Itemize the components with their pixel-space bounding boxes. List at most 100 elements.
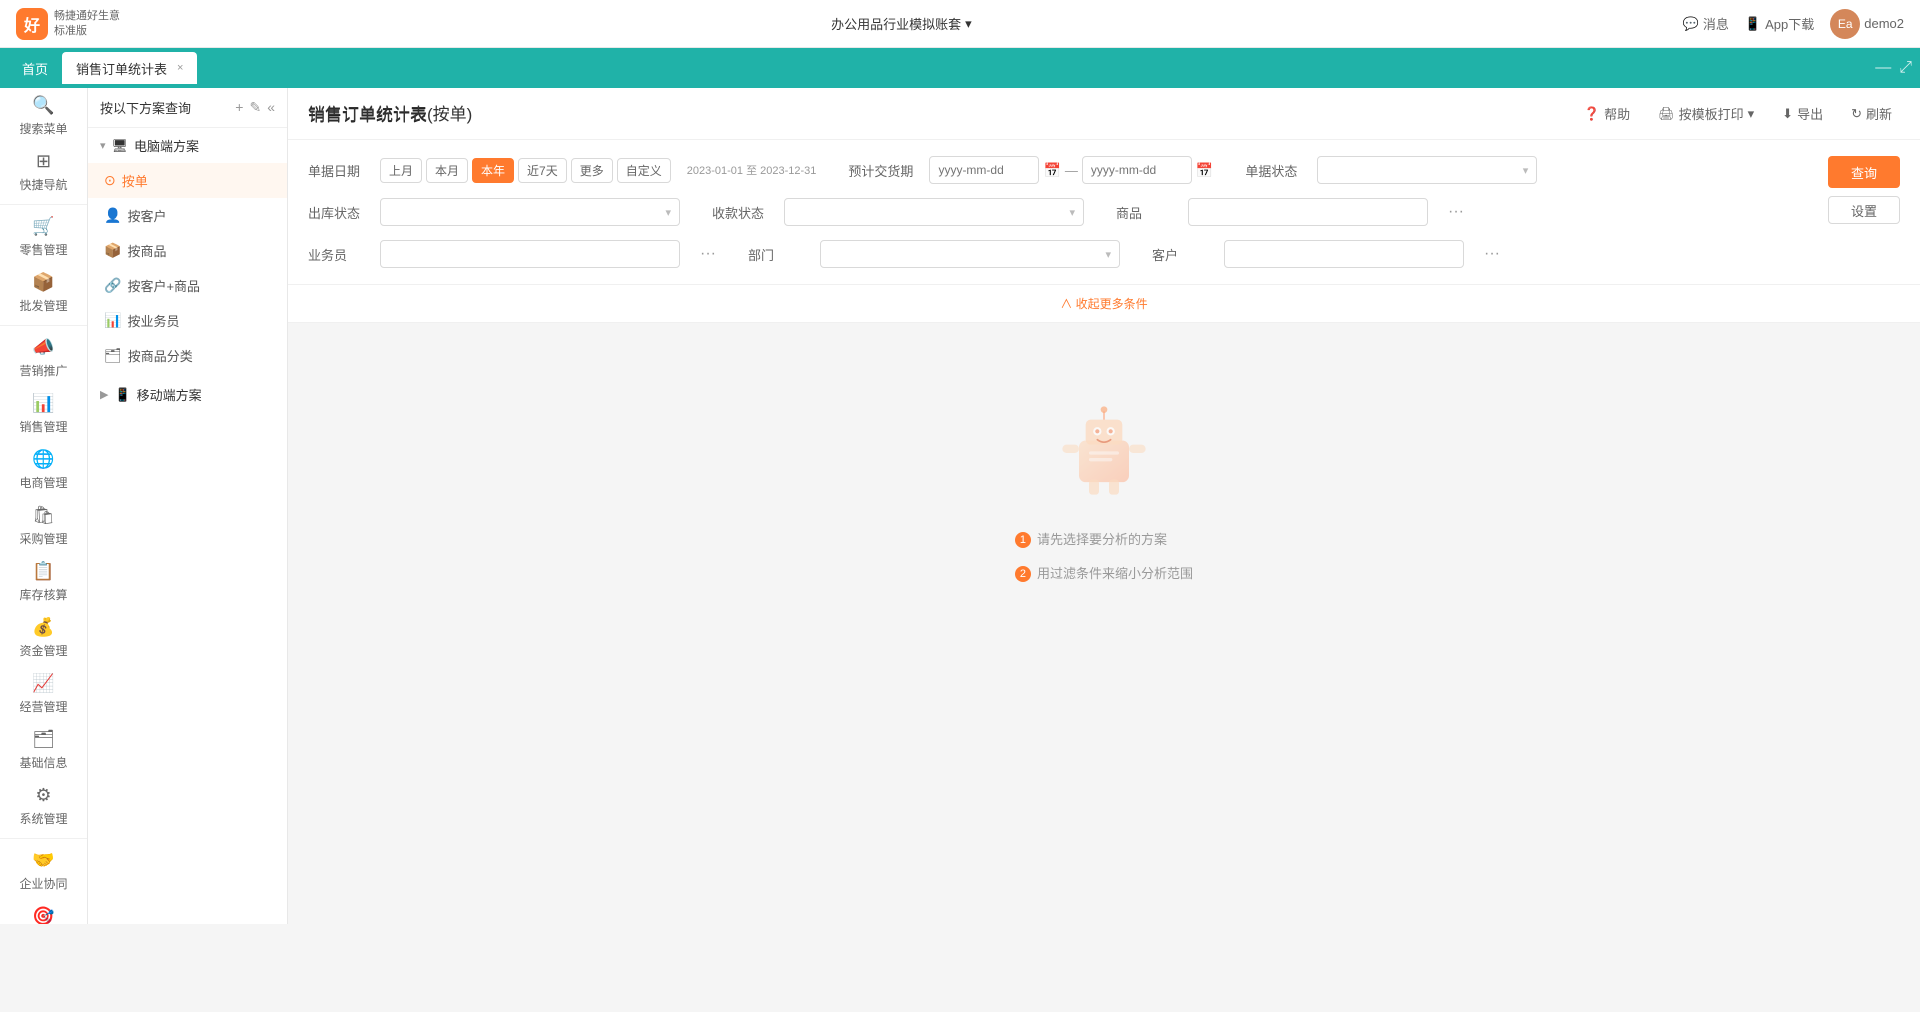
mobile-chevron-icon: ▶ [100, 388, 108, 401]
tab-maximize-icon[interactable]: ⤢ [1899, 59, 1912, 77]
by-goods-label: 按商品 [127, 241, 275, 260]
sidebar-item-base[interactable]: 🗂 基础信息 [0, 722, 87, 778]
payment-select[interactable]: ▾ [784, 198, 1084, 226]
sidebar-ecommerce-label: 电商管理 [19, 474, 67, 491]
sidebar-item-ecommerce[interactable]: 🌐 电商管理 [0, 442, 87, 498]
tree-node-by-order[interactable]: ⊙ 按单 [88, 163, 287, 198]
collapse-panel-icon[interactable]: « [267, 99, 275, 116]
sidebar-system-label: 系统管理 [19, 810, 67, 827]
tab-minimize-icon[interactable]: — [1875, 59, 1891, 77]
sidebar-operation-label: 经营管理 [19, 698, 67, 715]
message-action[interactable]: 💬 消息 [1683, 14, 1729, 33]
filter-row-2: 出库状态 ▾ 收款状态 ▾ 商品 [308, 198, 1900, 226]
sidebar-item-newbie[interactable]: 🎯 新手引导 [0, 899, 87, 924]
sidebar-quick-nav-label: 快捷导航 [19, 176, 67, 193]
tab-home[interactable]: 首页 [8, 52, 62, 84]
sidebar-item-system[interactable]: ⚙ 系统管理 [0, 778, 87, 834]
sidebar-item-search[interactable]: 🔍 搜索菜单 [0, 88, 87, 144]
date-range-group: 2023-01-01 至 2023-12-31 [687, 162, 817, 178]
tree-node-by-salesperson[interactable]: 📊 按业务员 [88, 303, 287, 338]
company-selector[interactable]: 办公用品行业模拟账套 ▾ [831, 14, 972, 33]
status-chevron-icon: ▾ [1523, 164, 1529, 177]
print-btn[interactable]: 🖨 按模板打印 ▾ [1650, 100, 1762, 127]
sidebar-item-sales[interactable]: 📊 销售管理 [0, 386, 87, 442]
expected-date-start[interactable] [929, 156, 1039, 184]
date-btn-7days[interactable]: 近7天 [518, 158, 567, 183]
sidebar-sales-label: 销售管理 [19, 418, 67, 435]
main-layout: 🔍 搜索菜单 ⊞ 快捷导航 🛒 零售管理 📦 批发管理 📣 营销推广 📊 销售管… [0, 88, 1920, 924]
shipment-label: 出库状态 [308, 203, 364, 222]
retail-icon: 🛒 [32, 216, 54, 237]
sidebar-item-quick-nav[interactable]: ⊞ 快捷导航 [0, 144, 87, 200]
tree-node-by-customer-goods[interactable]: 🔗 按客户+商品 [88, 268, 287, 303]
ecommerce-icon: 🌐 [32, 449, 54, 470]
logo-area: 好 畅捷通好生意 标准版 [16, 8, 120, 40]
topbar-right: 💬 消息 📱 App下载 Ea demo2 [1683, 9, 1904, 39]
help-btn[interactable]: ❓ 帮助 [1576, 100, 1638, 127]
tab-sales-stats[interactable]: 销售订单统计表 × [62, 52, 197, 84]
sidebar-item-operation[interactable]: 📈 经营管理 [0, 666, 87, 722]
date-btn-this-month[interactable]: 本月 [426, 158, 468, 183]
department-chevron-icon: ▾ [1105, 248, 1111, 261]
tab-home-label: 首页 [22, 59, 48, 78]
export-btn[interactable]: ⬇ 导出 [1774, 100, 1831, 127]
sidebar-enterprise-label: 企业协同 [19, 875, 67, 892]
goods-more-icon[interactable]: ··· [1448, 203, 1464, 221]
tab-close-icon[interactable]: × [177, 62, 183, 74]
tabs-right: — ⤢ [1875, 59, 1912, 77]
edit-scheme-icon[interactable]: ✎ [249, 99, 261, 116]
tree-node-by-category[interactable]: 🗂 按商品分类 [88, 338, 287, 373]
export-label: 导出 [1797, 104, 1823, 123]
settings-button[interactable]: 设置 [1828, 196, 1900, 224]
sidebar-retail-label: 零售管理 [19, 241, 67, 258]
sidebar-item-retail[interactable]: 🛒 零售管理 [0, 209, 87, 265]
sidebar-item-inventory[interactable]: 📋 库存核算 [0, 554, 87, 610]
tabs-row: 首页 销售订单统计表 × — ⤢ [0, 48, 1920, 88]
purchase-icon: 🛍 [32, 505, 55, 526]
status-select[interactable]: ▾ [1317, 156, 1537, 184]
shipment-select[interactable]: ▾ [380, 198, 680, 226]
system-icon: ⚙ [35, 785, 51, 806]
message-icon: 💬 [1683, 16, 1699, 32]
customer-more-icon[interactable]: ··· [1484, 245, 1500, 263]
operation-icon: 📈 [32, 673, 54, 694]
sidebar-marketing-label: 营销推广 [19, 362, 67, 379]
sidebar-item-finance[interactable]: 💰 资金管理 [0, 610, 87, 666]
salesperson-input[interactable] [380, 240, 680, 268]
date-btn-more[interactable]: 更多 [571, 158, 613, 183]
add-scheme-icon[interactable]: + [235, 99, 243, 116]
quick-nav-icon: ⊞ [36, 151, 51, 172]
date-btn-this-year[interactable]: 本年 [472, 158, 514, 183]
page-header: 销售订单统计表 销售订单统计表(按单) ❓ 帮助 🖨 按模板打印 ▾ ⬇ [288, 88, 1920, 140]
filter-area: 单据日期 上月 本月 本年 近7天 更多 自定义 2023-01-01 至 20… [288, 140, 1920, 285]
empty-tip-1-text: 请先选择要分析的方案 [1037, 527, 1167, 553]
department-select[interactable]: ▾ [820, 240, 1120, 268]
by-customer-label: 按客户 [127, 206, 275, 225]
by-customer-goods-label: 按客户+商品 [127, 276, 275, 295]
desktop-scheme-icon: 🖥 [112, 138, 129, 154]
expected-date-end[interactable] [1082, 156, 1192, 184]
sidebar-item-marketing[interactable]: 📣 营销推广 [0, 330, 87, 386]
inventory-icon: 📋 [32, 561, 54, 582]
goods-input[interactable] [1188, 198, 1428, 226]
tree-node-by-goods[interactable]: 📦 按商品 [88, 233, 287, 268]
refresh-label: 刷新 [1866, 104, 1892, 123]
sidebar-item-wholesale[interactable]: 📦 批发管理 [0, 265, 87, 321]
sidebar-item-enterprise[interactable]: 🤝 企业协同 [0, 843, 87, 899]
salesperson-more-icon[interactable]: ··· [700, 245, 716, 263]
date-btn-custom[interactable]: 自定义 [617, 158, 671, 183]
collapse-label: ∧ 收起更多条件 [1060, 297, 1147, 311]
status-label: 单据状态 [1245, 161, 1301, 180]
query-button[interactable]: 查询 [1828, 156, 1900, 188]
sidebar-item-purchase[interactable]: 🛍 采购管理 [0, 498, 87, 554]
desktop-scheme-label: 电脑端方案 [134, 136, 199, 155]
collapse-bar[interactable]: ∧ 收起更多条件 [288, 285, 1920, 323]
app-download-action[interactable]: 📱 App下载 [1745, 14, 1814, 33]
user-action[interactable]: Ea demo2 [1830, 9, 1904, 39]
wholesale-icon: 📦 [32, 272, 54, 293]
filter-row-1: 单据日期 上月 本月 本年 近7天 更多 自定义 2023-01-01 至 20… [308, 156, 1900, 184]
refresh-btn[interactable]: ↻ 刷新 [1843, 100, 1900, 127]
tree-node-by-customer[interactable]: 👤 按客户 [88, 198, 287, 233]
customer-input[interactable] [1224, 240, 1464, 268]
date-btn-last-month[interactable]: 上月 [380, 158, 422, 183]
